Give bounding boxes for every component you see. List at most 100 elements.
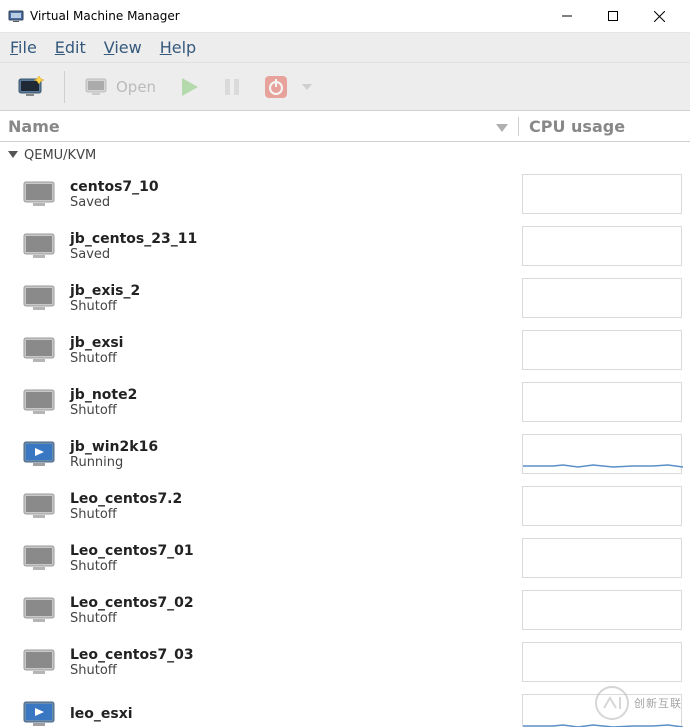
cpu-usage-graph — [522, 486, 682, 526]
menubar: File Edit View Help — [0, 32, 690, 62]
vm-name: Leo_centos7_03 — [70, 647, 522, 663]
sort-indicator-icon — [496, 117, 508, 136]
vm-monitor-icon — [22, 232, 56, 260]
vm-row[interactable]: jb_win2k16Running — [0, 428, 690, 480]
disclosure-triangle-icon[interactable] — [8, 148, 18, 163]
vm-monitor-icon — [22, 180, 56, 208]
vm-text: jb_win2k16Running — [70, 439, 522, 470]
cpu-usage-graph — [522, 174, 682, 214]
app-icon — [8, 8, 24, 24]
cpu-usage-graph — [522, 278, 682, 318]
vm-row[interactable]: Leo_centos7_02Shutoff — [0, 584, 690, 636]
vm-text: jb_exis_2Shutoff — [70, 283, 522, 314]
vm-name: jb_note2 — [70, 387, 522, 403]
vm-name: jb_centos_23_11 — [70, 231, 522, 247]
vm-name: jb_exis_2 — [70, 283, 522, 299]
maximize-button[interactable] — [590, 0, 636, 32]
menu-file[interactable]: File — [10, 38, 37, 57]
minimize-button[interactable] — [544, 0, 590, 32]
vm-row[interactable]: jb_centos_23_11Saved — [0, 220, 690, 272]
cpu-usage-graph — [522, 226, 682, 266]
vm-state: Saved — [70, 195, 522, 210]
vm-tree[interactable]: QEMU/KVM centos7_10Savedjb_centos_23_11S… — [0, 142, 690, 727]
vm-text: leo_esxi — [70, 706, 522, 722]
vm-monitor-icon — [22, 700, 56, 727]
vm-name: jb_exsi — [70, 335, 522, 351]
menu-view[interactable]: View — [104, 38, 142, 57]
vm-row[interactable]: centos7_10Saved — [0, 168, 690, 220]
column-header-cpu[interactable]: CPU usage — [518, 117, 690, 136]
vm-text: jb_exsiShutoff — [70, 335, 522, 366]
vm-row[interactable]: Leo_centos7_03Shutoff — [0, 636, 690, 688]
vm-state: Shutoff — [70, 299, 522, 314]
vm-text: jb_note2Shutoff — [70, 387, 522, 418]
vm-state: Shutoff — [70, 559, 522, 574]
menu-help[interactable]: Help — [160, 38, 196, 57]
vm-row[interactable]: leo_esxi — [0, 688, 690, 727]
vm-row[interactable]: jb_exsiShutoff — [0, 324, 690, 376]
vm-monitor-icon — [22, 544, 56, 572]
vm-name: Leo_centos7.2 — [70, 491, 522, 507]
vm-state: Shutoff — [70, 507, 522, 522]
vm-state: Shutoff — [70, 403, 522, 418]
vm-row[interactable]: Leo_centos7_01Shutoff — [0, 532, 690, 584]
pause-button[interactable] — [215, 70, 249, 104]
menu-edit[interactable]: Edit — [55, 38, 86, 57]
vm-row[interactable]: Leo_centos7.2Shutoff — [0, 480, 690, 532]
vm-state: Shutoff — [70, 351, 522, 366]
vm-text: Leo_centos7_02Shutoff — [70, 595, 522, 626]
vm-monitor-icon — [22, 388, 56, 416]
vm-state: Shutoff — [70, 611, 522, 626]
column-header-row: Name CPU usage — [0, 110, 690, 142]
window-title: Virtual Machine Manager — [30, 9, 180, 23]
play-icon — [178, 76, 200, 98]
vm-state: Saved — [70, 247, 522, 262]
vm-name: Leo_centos7_01 — [70, 543, 522, 559]
vm-monitor-icon — [22, 284, 56, 312]
vm-text: jb_centos_23_11Saved — [70, 231, 522, 262]
connection-group[interactable]: QEMU/KVM — [0, 142, 690, 168]
cpu-usage-graph — [522, 382, 682, 422]
vm-row[interactable]: jb_note2Shutoff — [0, 376, 690, 428]
cpu-usage-graph — [522, 330, 682, 370]
vm-name: centos7_10 — [70, 179, 522, 195]
pause-icon — [222, 77, 242, 97]
vm-monitor-icon — [22, 336, 56, 364]
connection-label: QEMU/KVM — [24, 148, 96, 163]
vm-name: leo_esxi — [70, 706, 522, 722]
toolbar: Open — [0, 62, 690, 110]
open-label: Open — [116, 78, 156, 96]
vm-state: Shutoff — [70, 663, 522, 678]
vm-text: centos7_10Saved — [70, 179, 522, 210]
open-vm-button[interactable]: Open — [77, 70, 163, 104]
vm-monitor-icon — [22, 492, 56, 520]
cpu-usage-graph — [522, 590, 682, 630]
vm-monitor-icon — [22, 596, 56, 624]
column-name-label: Name — [8, 117, 60, 136]
vm-monitor-icon — [22, 440, 56, 468]
new-vm-button[interactable] — [10, 70, 52, 104]
watermark: 创新互联 — [594, 685, 682, 721]
vm-text: Leo_centos7_03Shutoff — [70, 647, 522, 678]
vm-monitor-icon — [22, 648, 56, 676]
cpu-usage-graph — [522, 434, 682, 474]
vm-name: Leo_centos7_02 — [70, 595, 522, 611]
vm-state: Running — [70, 455, 522, 470]
close-button[interactable] — [636, 0, 682, 32]
watermark-text: 创新互联 — [634, 695, 682, 711]
dropdown-arrow-icon — [302, 84, 312, 90]
vm-row[interactable]: jb_exis_2Shutoff — [0, 272, 690, 324]
cpu-usage-graph — [522, 538, 682, 578]
vm-name: jb_win2k16 — [70, 439, 522, 455]
toolbar-separator — [64, 71, 65, 103]
titlebar: Virtual Machine Manager — [0, 0, 690, 32]
run-button[interactable] — [171, 70, 207, 104]
column-header-name[interactable]: Name — [0, 117, 518, 136]
column-cpu-label: CPU usage — [529, 117, 625, 136]
cpu-usage-graph — [522, 642, 682, 682]
watermark-icon — [594, 685, 630, 721]
shutdown-button[interactable] — [257, 70, 319, 104]
vm-text: Leo_centos7_01Shutoff — [70, 543, 522, 574]
power-icon — [264, 75, 288, 99]
vm-text: Leo_centos7.2Shutoff — [70, 491, 522, 522]
